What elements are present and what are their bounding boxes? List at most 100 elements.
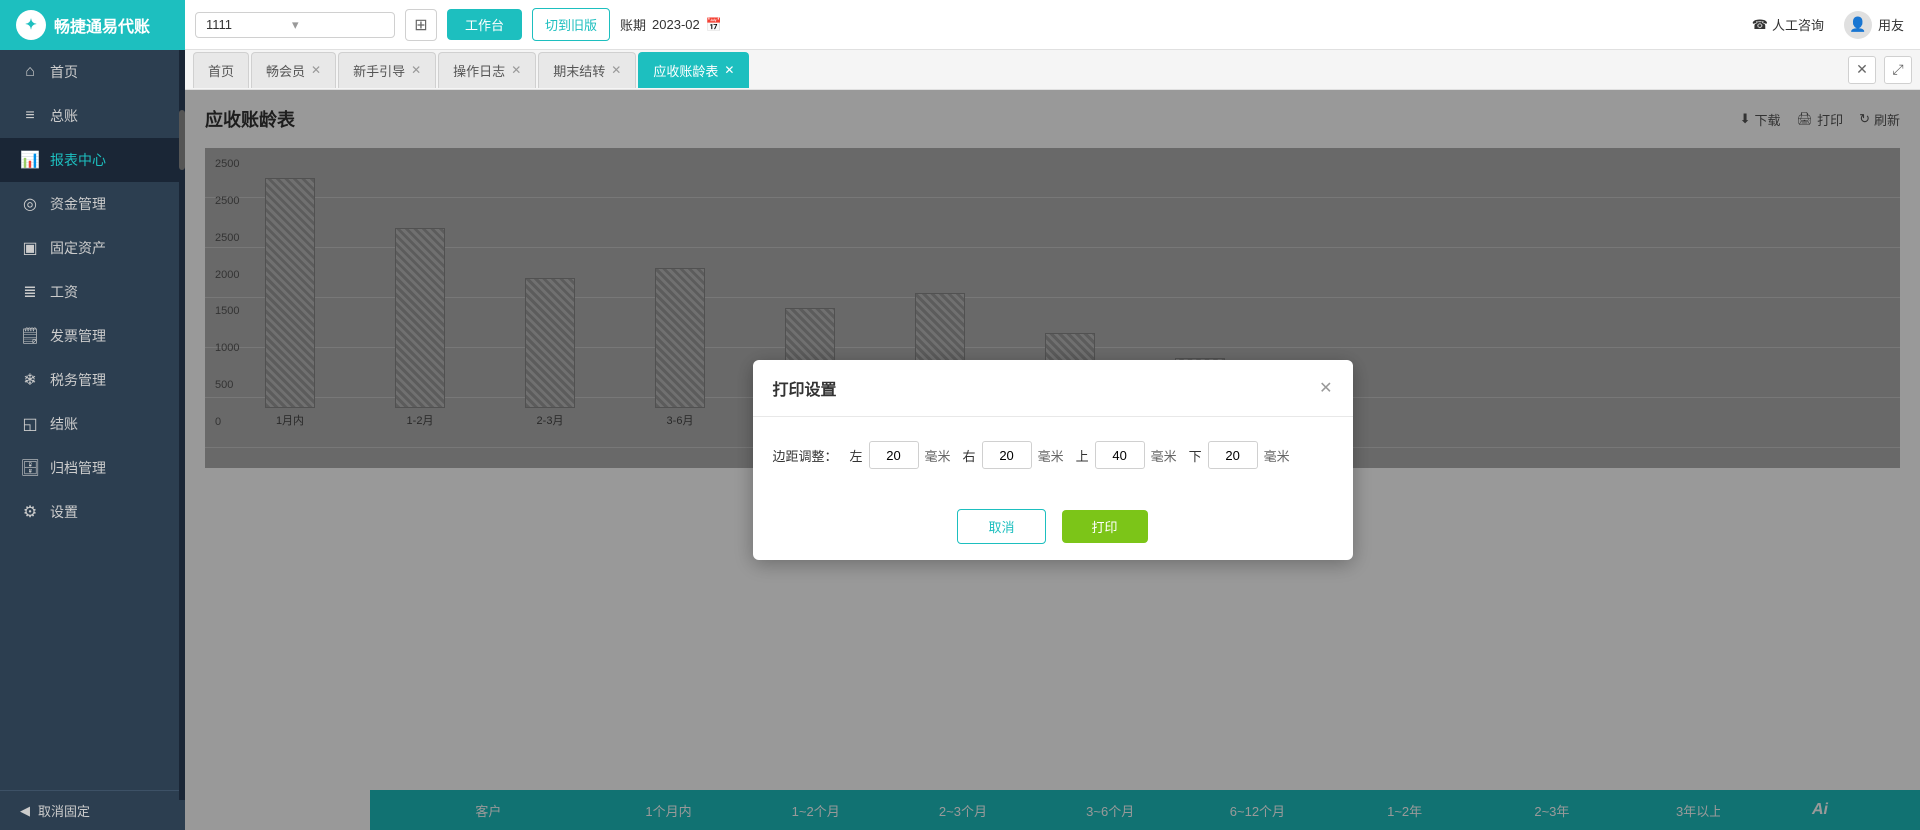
sidebar-item-label-checkout: 结账 [50, 414, 78, 434]
content-area: 首页 畅会员 ✕ 新手引导 ✕ 操作日志 ✕ 期末结转 ✕ 应收账龄表 ✕ [185, 50, 1920, 830]
company-name: 1111 [206, 17, 232, 32]
collapse-label: 取消固定 [38, 801, 90, 820]
margin-top-label: 上 [1076, 446, 1089, 465]
logo-area: ✦ 畅捷通易代账 [0, 0, 185, 50]
margin-bottom-unit: 毫米 [1264, 446, 1290, 465]
tab-aging[interactable]: 应收账龄表 ✕ [638, 52, 749, 88]
period-area: 账期 2023-02 📅 [620, 15, 722, 34]
tab-log[interactable]: 操作日志 ✕ [438, 52, 536, 88]
margin-bottom-input[interactable] [1208, 441, 1258, 469]
margin-settings: 边距调整： 左 毫米 右 毫米 [773, 441, 1333, 469]
support-button[interactable]: ☎ 人工咨询 [1752, 15, 1824, 34]
sidebar-item-label-ledger: 总账 [50, 106, 78, 126]
sidebar-item-archive[interactable]: 🗄 归档管理 [0, 446, 185, 490]
sidebar-collapse-button[interactable]: ◀ 取消固定 [0, 790, 185, 830]
tab-log-close[interactable]: ✕ [511, 63, 521, 77]
copy-icon: ⊞ [414, 15, 427, 35]
sidebar-item-label-funds: 资金管理 [50, 194, 106, 214]
tab-log-label: 操作日志 [453, 61, 505, 80]
margin-top-input[interactable] [1095, 441, 1145, 469]
user-avatar: 👤 [1844, 11, 1872, 39]
tax-icon: ❄ [20, 370, 40, 390]
margin-right-label: 右 [963, 446, 976, 465]
sidebar-item-invoice[interactable]: 🗒 发票管理 [0, 314, 185, 358]
sidebar-item-label-invoice: 发票管理 [50, 326, 106, 346]
window-close-button[interactable]: ✕ [1848, 56, 1876, 84]
tabs-right: ✕ ⤢ [1848, 56, 1912, 84]
margin-group-left: 左 毫米 [850, 441, 951, 469]
print-confirm-button[interactable]: 打印 [1062, 510, 1148, 543]
company-selector[interactable]: 1111 ▾ [195, 12, 395, 38]
sidebar-item-salary[interactable]: ≣ 工资 [0, 270, 185, 314]
margin-left-input[interactable] [869, 441, 919, 469]
top-header: ✦ 畅捷通易代账 1111 ▾ ⊞ 工作台 切到旧版 账期 2023-02 📅 … [0, 0, 1920, 50]
sidebar-item-label-archive: 归档管理 [50, 458, 106, 478]
period-label: 账期 [620, 15, 646, 34]
user-area[interactable]: 👤 用友 [1844, 11, 1904, 39]
margin-label: 边距调整： [773, 446, 838, 465]
calendar-icon[interactable]: 📅 [706, 17, 722, 33]
sidebar-item-funds[interactable]: ◎ 资金管理 [0, 182, 185, 226]
sidebar-item-checkout[interactable]: ◱ 结账 [0, 402, 185, 446]
dialog-footer: 取消 打印 [753, 493, 1353, 560]
logo-text: 畅捷通易代账 [54, 13, 150, 37]
tab-period-end-close[interactable]: ✕ [611, 63, 621, 77]
cancel-button[interactable]: 取消 [957, 509, 1045, 544]
dialog-close-button[interactable]: ✕ [1319, 378, 1332, 398]
sidebar-item-label-reports: 报表中心 [50, 150, 106, 170]
invoice-icon: 🗒 [20, 326, 40, 346]
tab-guide-close[interactable]: ✕ [411, 63, 421, 77]
sidebar-item-settings[interactable]: ⚙ 设置 [0, 490, 185, 534]
user-icon: 👤 [1849, 16, 1866, 33]
tab-member[interactable]: 畅会员 ✕ [251, 52, 336, 88]
header-right: ☎ 人工咨询 👤 用友 [1752, 11, 1904, 39]
tab-member-close[interactable]: ✕ [311, 63, 321, 77]
margin-top-unit: 毫米 [1151, 446, 1177, 465]
workbench-button[interactable]: 工作台 [447, 9, 522, 40]
margin-left-label: 左 [850, 446, 863, 465]
sidebar-item-ledger[interactable]: ≡ 总账 [0, 94, 185, 138]
sidebar-item-reports[interactable]: 📊 报表中心 [0, 138, 185, 182]
sidebar-item-home[interactable]: ⌂ 首页 [0, 50, 185, 94]
collapse-icon: ◀ [20, 803, 30, 819]
print-settings-dialog: 打印设置 ✕ 边距调整： 左 毫米 右 [753, 360, 1353, 560]
window-maximize-button[interactable]: ⤢ [1884, 56, 1912, 84]
margin-left-unit: 毫米 [925, 446, 951, 465]
support-phone-icon: ☎ [1752, 17, 1768, 33]
modal-overlay: 打印设置 ✕ 边距调整： 左 毫米 右 [185, 90, 1920, 830]
tab-aging-label: 应收账龄表 [653, 61, 718, 80]
switch-old-button[interactable]: 切到旧版 [532, 8, 610, 41]
reports-icon: 📊 [20, 150, 40, 170]
checkout-icon: ◱ [20, 414, 40, 434]
tab-period-end[interactable]: 期末结转 ✕ [538, 52, 636, 88]
sidebar-item-label-settings: 设置 [50, 502, 78, 522]
tab-aging-close[interactable]: ✕ [724, 63, 734, 77]
tabs-bar: 首页 畅会员 ✕ 新手引导 ✕ 操作日志 ✕ 期末结转 ✕ 应收账龄表 ✕ [185, 50, 1920, 90]
dialog-title: 打印设置 [773, 376, 837, 400]
sidebar-item-label-home: 首页 [50, 62, 78, 82]
support-label: 人工咨询 [1772, 15, 1824, 34]
sidebar-scroll: ⌂ 首页 ≡ 总账 📊 报表中心 ◎ 资金管理 ▣ 固定资产 ≣ 工资 [0, 50, 185, 790]
sidebar: ⌂ 首页 ≡ 总账 📊 报表中心 ◎ 资金管理 ▣ 固定资产 ≣ 工资 [0, 50, 185, 830]
margin-group-right: 右 毫米 [963, 441, 1064, 469]
period-value: 2023-02 [652, 17, 700, 32]
dialog-header: 打印设置 ✕ [753, 360, 1353, 417]
dialog-body: 边距调整： 左 毫米 右 毫米 [753, 417, 1353, 493]
user-label: 用友 [1878, 15, 1904, 34]
tab-home-label: 首页 [208, 61, 234, 80]
copy-button[interactable]: ⊞ [405, 9, 437, 41]
margin-right-input[interactable] [982, 441, 1032, 469]
margin-group-top: 上 毫米 [1076, 441, 1177, 469]
margin-right-unit: 毫米 [1038, 446, 1064, 465]
home-icon: ⌂ [20, 63, 40, 81]
sidebar-item-label-tax: 税务管理 [50, 370, 106, 390]
sidebar-item-assets[interactable]: ▣ 固定资产 [0, 226, 185, 270]
tab-guide[interactable]: 新手引导 ✕ [338, 52, 436, 88]
tab-home[interactable]: 首页 [193, 52, 249, 88]
tab-member-label: 畅会员 [266, 61, 305, 80]
margin-bottom-label: 下 [1189, 446, 1202, 465]
sidebar-item-tax[interactable]: ❄ 税务管理 [0, 358, 185, 402]
main-layout: ⌂ 首页 ≡ 总账 📊 报表中心 ◎ 资金管理 ▣ 固定资产 ≣ 工资 [0, 50, 1920, 830]
tab-period-end-label: 期末结转 [553, 61, 605, 80]
sidebar-item-label-assets: 固定资产 [50, 238, 106, 258]
